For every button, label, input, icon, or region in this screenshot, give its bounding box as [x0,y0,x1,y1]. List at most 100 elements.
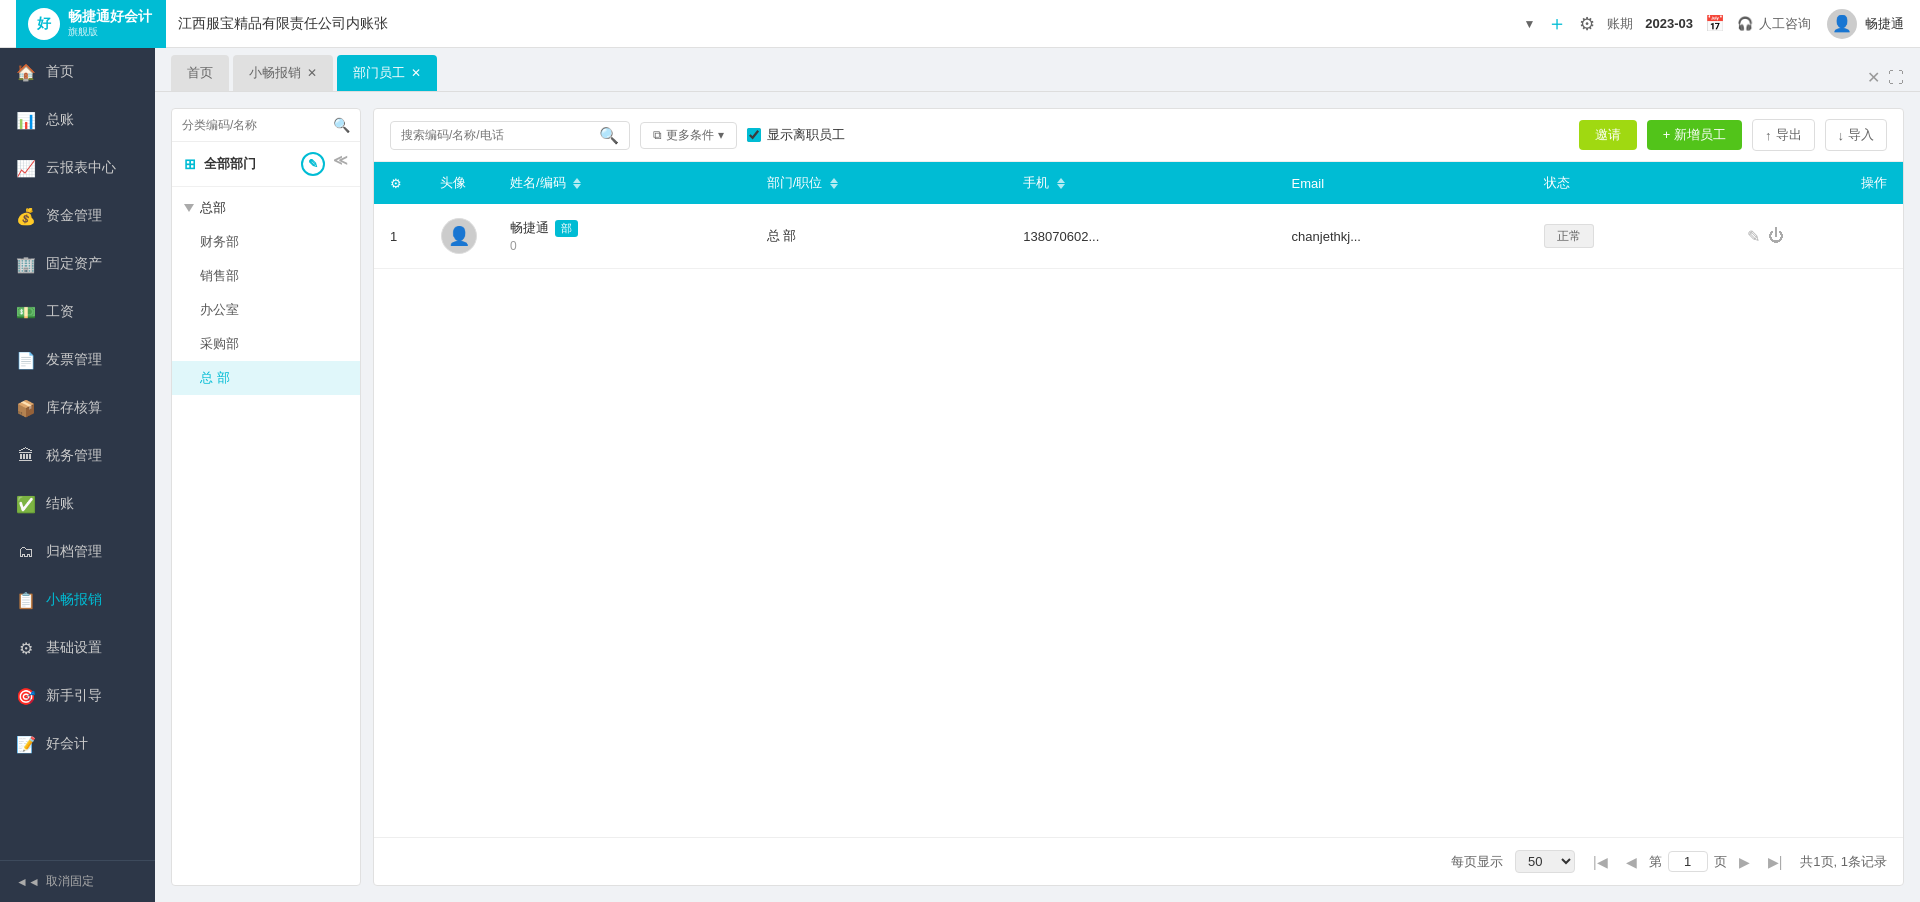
col-phone[interactable]: 手机 [1007,162,1275,204]
emp-toolbar: 🔍 ⧉ 更多条件 ▾ 显示离职员工 邀 [374,109,1903,162]
sidebar-item-archive[interactable]: 🗂 归档管理 [0,528,155,576]
page-num-input[interactable] [1668,851,1708,872]
sidebar-item-accounting[interactable]: 📝 好会计 [0,720,155,768]
emp-search-icon[interactable]: 🔍 [599,126,619,145]
calendar-icon[interactable]: 📅 [1705,14,1725,33]
col-dept[interactable]: 部门/职位 [751,162,1008,204]
col-email-label: Email [1292,176,1325,191]
add-employee-button[interactable]: + 新增员工 [1647,120,1742,150]
sidebar-item-label: 首页 [46,63,74,81]
dept-item-office[interactable]: 办公室 [172,293,360,327]
tab-home[interactable]: 首页 [171,55,229,91]
dept-search-input[interactable] [182,118,333,132]
sidebar-item-funds[interactable]: 💰 资金管理 [0,192,155,240]
tab-dept-employee[interactable]: 部门员工 ✕ [337,55,437,91]
sidebar-item-close[interactable]: ✅ 结账 [0,480,155,528]
cell-status: 正常 [1528,204,1732,269]
dept-all-label: 全部部门 [204,155,256,173]
dept-item-finance[interactable]: 财务部 [172,225,360,259]
user-info[interactable]: 👤 畅捷通 [1827,9,1904,39]
sidebar-item-assets[interactable]: 🏢 固定资产 [0,240,155,288]
import-label: 导入 [1848,126,1874,144]
sidebar-item-inventory[interactable]: 📦 库存核算 [0,384,155,432]
emp-avatar: 👤 [441,218,477,254]
sidebar-item-expense[interactable]: 📋 小畅报销 [0,576,155,624]
cancel-fixed-label: 取消固定 [46,873,94,890]
maximize-tab-icon[interactable]: ⛶ [1888,69,1904,87]
dept-item-procurement[interactable]: 采购部 [172,327,360,361]
page-next-button[interactable]: ▶ [1733,852,1756,872]
employee-layout: 🔍 ⊞ 全部部门 ✎ ≪ 总部 [171,108,1904,886]
logo-title: 畅捷通好会计 [68,8,152,25]
dept-edit-icon[interactable]: ✎ [301,152,325,176]
consult-label: 人工咨询 [1759,15,1811,33]
name-sort-icon [573,178,581,189]
edit-employee-button[interactable]: ✎ [1747,227,1760,246]
emp-search-box: 🔍 [390,121,630,150]
page-last-button[interactable]: ▶| [1762,852,1789,872]
tab-expense-close-icon[interactable]: ✕ [307,66,317,80]
add-company-icon[interactable]: ＋ [1547,10,1567,37]
settings-icon[interactable]: ⚙ [1579,13,1595,35]
accounting-icon: 📝 [16,734,36,754]
company-dropdown-icon[interactable]: ▼ [1523,17,1535,31]
sidebar-item-guide[interactable]: 🎯 新手引导 [0,672,155,720]
close-tab-icon[interactable]: ✕ [1867,68,1880,87]
filter-label: 更多条件 [666,127,714,144]
dept-search-area: 🔍 [172,109,360,142]
col-settings[interactable]: ⚙ [374,162,424,204]
dept-tree: 🔍 ⊞ 全部部门 ✎ ≪ 总部 [171,108,361,886]
col-phone-label: 手机 [1023,175,1049,190]
sidebar-item-settings[interactable]: ⚙ 基础设置 [0,624,155,672]
tab-dept-close-icon[interactable]: ✕ [411,66,421,80]
sidebar-item-salary[interactable]: 💵 工资 [0,288,155,336]
col-name[interactable]: 姓名/编码 [494,162,751,204]
consult-button[interactable]: 🎧 人工咨询 [1737,15,1811,33]
dept-office-label: 办公室 [200,302,239,317]
page-prev-button[interactable]: ◀ [1620,852,1643,872]
dept-group-hq-header[interactable]: 总部 [172,191,360,225]
col-actions-label: 操作 [1861,175,1887,190]
logo-area: 好 畅捷通好会计 旗舰版 [16,0,166,48]
invite-button[interactable]: 邀请 [1579,120,1637,150]
cell-avatar: 👤 [424,204,494,269]
cancel-fixed-button[interactable]: ◄◄ 取消固定 [0,860,155,902]
sidebar-item-label: 归档管理 [46,543,102,561]
import-button[interactable]: ↓ 导入 [1825,119,1888,151]
sidebar-item-label: 库存核算 [46,399,102,417]
dept-item-general[interactable]: 总 部 [172,361,360,395]
dept-group-hq: 总部 财务部 销售部 办公室 采 [172,191,360,395]
col-actions: 操作 [1731,162,1903,204]
sidebar-item-ledger[interactable]: 📊 总账 [0,96,155,144]
headset-icon: 🎧 [1737,16,1753,31]
tab-expense[interactable]: 小畅报销 ✕ [233,55,333,91]
phone-sort-icon [1057,178,1065,189]
emp-name-cell: 畅捷通 部 0 [510,219,735,253]
page-first-button[interactable]: |◀ [1587,852,1614,872]
col-status-label: 状态 [1544,175,1570,190]
dept-sort-icon [830,178,838,189]
avatar-icon: 👤 [1832,14,1852,33]
sidebar-item-home[interactable]: 🏠 首页 [0,48,155,96]
sidebar-item-invoice[interactable]: 📄 发票管理 [0,336,155,384]
dept-collapse-icon[interactable]: ≪ [333,152,348,176]
page-size-select[interactable]: 50 20 100 [1515,850,1575,873]
show-resigned-label[interactable]: 显示离职员工 [747,126,845,144]
sidebar-item-label: 税务管理 [46,447,102,465]
logout-employee-button[interactable]: ⏻ [1768,227,1784,245]
avatar: 👤 [1827,9,1857,39]
more-filter-button[interactable]: ⧉ 更多条件 ▾ [640,122,737,149]
show-resigned-checkbox[interactable] [747,128,761,142]
cell-email: chanjethkj... [1276,204,1528,269]
dept-search-icon[interactable]: 🔍 [333,117,350,133]
export-button[interactable]: ↑ 导出 [1752,119,1815,151]
topbar-right: 🎧 人工咨询 👤 畅捷通 [1737,9,1904,39]
sidebar-item-reports[interactable]: 📈 云报表中心 [0,144,155,192]
dept-item-sales[interactable]: 销售部 [172,259,360,293]
expand-hq-icon [184,204,194,212]
table-row: 1 👤 畅捷通 [374,204,1903,269]
dept-badge: 部 [555,220,578,237]
sidebar-item-tax[interactable]: 🏛 税务管理 [0,432,155,480]
emp-search-input[interactable] [401,128,593,142]
emp-name: 畅捷通 部 [510,219,735,237]
